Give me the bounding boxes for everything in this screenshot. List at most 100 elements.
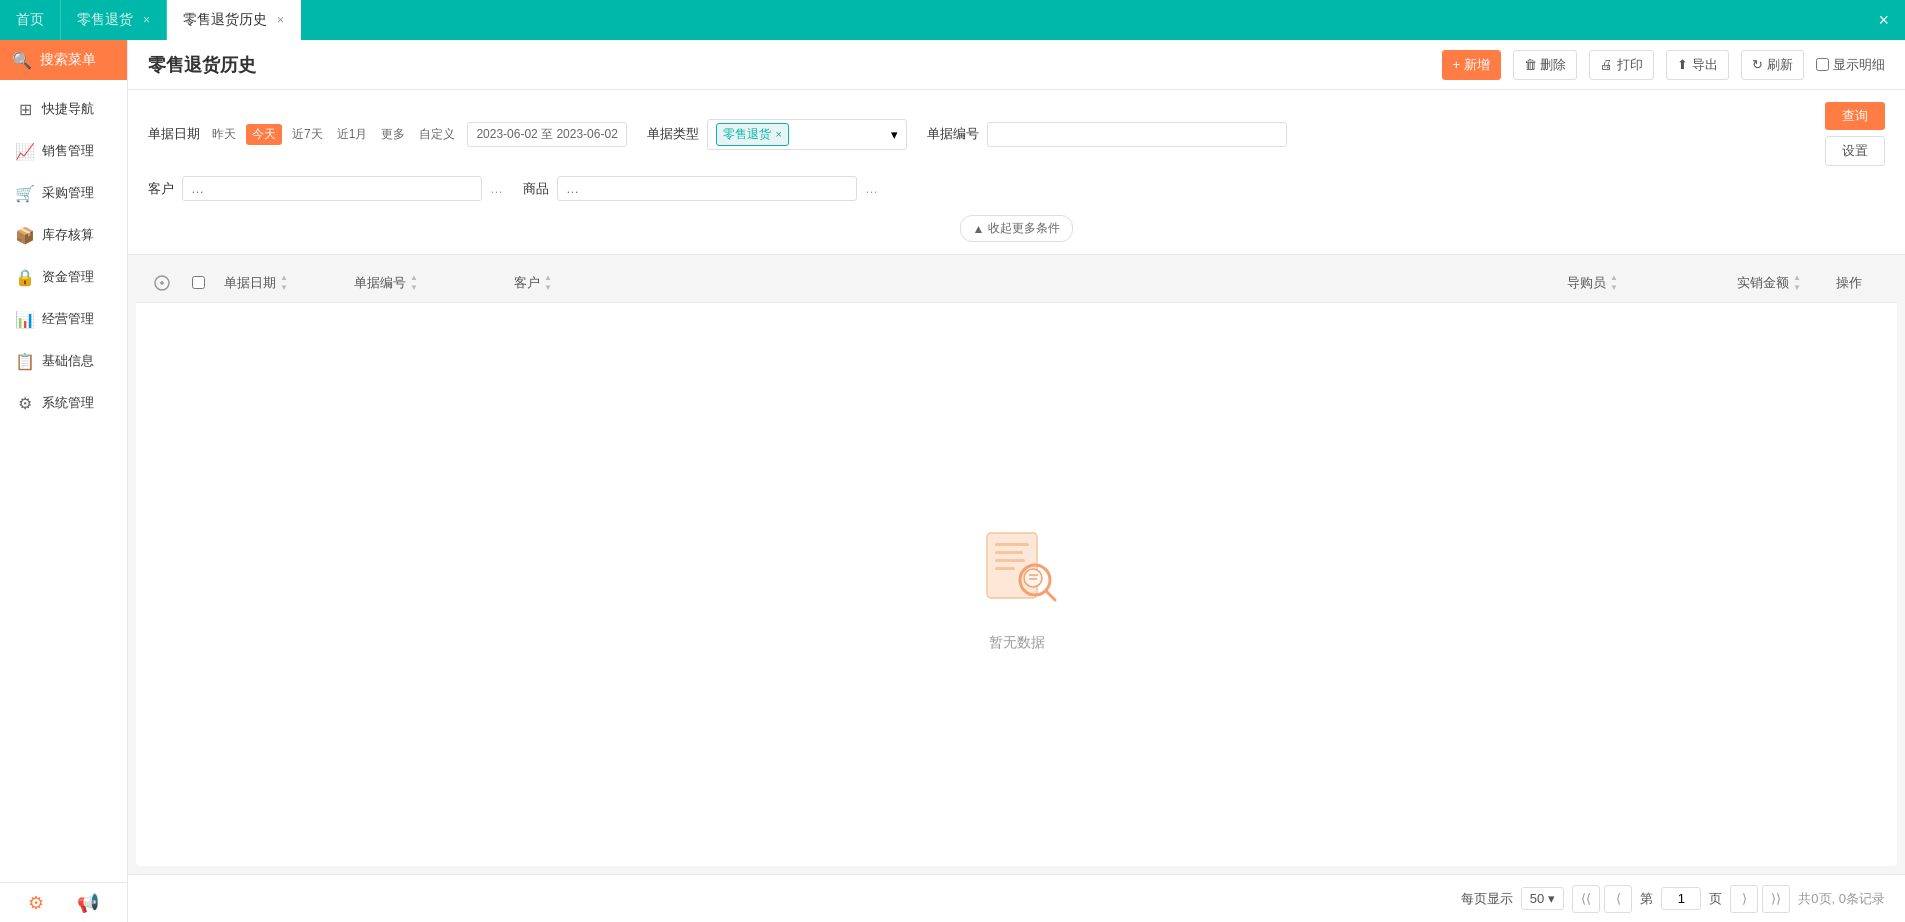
date-range-input[interactable]: 2023-06-02 至 2023-06-02	[467, 122, 627, 147]
query-button[interactable]: 查询	[1825, 102, 1885, 130]
sidebar-item-label-inventory: 库存核算	[42, 226, 94, 244]
sidebar-item-system-mgmt[interactable]: ⚙系统管理	[0, 382, 127, 424]
date-option-yesterday[interactable]: 昨天	[208, 124, 240, 145]
date-options: 昨天 今天 近7天 近1月 更多 自定义	[208, 124, 459, 145]
th-customer[interactable]: 客户 ▲▼	[506, 273, 1559, 292]
goods-label: 商品	[523, 180, 549, 198]
refresh-button[interactable]: ↻ 刷新	[1741, 50, 1804, 80]
sidebar-items: ⊞ 快捷导航 📈销售管理 🛒 采购管理 📦库存核算🔒资金管理📊经营管理📋基础信息⚙系统管理	[0, 80, 127, 882]
window-close-btn[interactable]: ×	[1862, 10, 1905, 31]
th-amount[interactable]: 实销金额 ▲▼	[1689, 273, 1809, 292]
goods-filter: 商品 …	[523, 176, 878, 201]
th-checkbox[interactable]	[180, 276, 216, 289]
th-number-label: 单据编号	[354, 274, 406, 292]
voucher-number-filter: 单据编号	[927, 122, 1287, 147]
tab-retail-return[interactable]: 零售退货×	[61, 0, 167, 40]
sidebar-item-sales-mgmt[interactable]: 📈销售管理	[0, 130, 127, 172]
sidebar-item-operation-mgmt[interactable]: 📊经营管理	[0, 298, 127, 340]
refresh-icon: ↻	[1752, 57, 1763, 72]
th-guide[interactable]: 导购员 ▲▼	[1559, 273, 1689, 292]
sidebar-search[interactable]: 🔍 搜索菜单	[0, 40, 127, 80]
print-button[interactable]: 🖨 打印	[1589, 50, 1654, 80]
delete-button[interactable]: 🗑 删除	[1513, 50, 1578, 80]
export-icon: ⬆	[1677, 57, 1688, 72]
toolbar: + 新增 🗑 删除 🖨 打印 ⬆ 导出 ↻ 刷新 显示明细	[1442, 50, 1885, 80]
content-area: 零售退货历史 + 新增 🗑 删除 🖨 打印 ⬆ 导出 ↻ 刷新 显示明细	[128, 40, 1905, 922]
filter-area: 单据日期 昨天 今天 近7天 近1月 更多 自定义 2023-06-02 至 2…	[128, 90, 1905, 255]
sales-mgmt-icon: 📈	[16, 142, 34, 160]
th-number-sort: ▲▼	[410, 273, 418, 292]
voucher-type-filter: 单据类型 零售退货 × ▾	[647, 119, 907, 150]
page-size-label: 每页显示	[1461, 890, 1513, 908]
date-option-1month[interactable]: 近1月	[333, 124, 372, 145]
th-guide-sort: ▲▼	[1610, 273, 1618, 292]
table-header: 单据日期 ▲▼ 单据编号 ▲▼ 客户 ▲▼ 导购员 ▲▼ 实销金额 ▲▼	[136, 263, 1897, 303]
sidebar-item-label-quick-nav: 快捷导航	[42, 100, 94, 118]
show-detail-checkbox[interactable]: 显示明细	[1816, 56, 1885, 74]
voucher-type-tag-text: 零售退货	[723, 126, 771, 143]
empty-icon	[967, 518, 1067, 618]
tab-bar: 首页零售退货×零售退货历史×	[0, 0, 1862, 40]
sidebar-item-label-purchase-mgmt: 采购管理	[42, 184, 94, 202]
main-layout: 🔍 搜索菜单 ⊞ 快捷导航 📈销售管理 🛒 采购管理 📦库存核算🔒资金管理📊经营管理📋基础…	[0, 40, 1905, 922]
page-size-dropdown-icon: ▾	[1548, 891, 1555, 906]
show-detail-input[interactable]	[1816, 58, 1829, 71]
quick-nav-icon: ⊞	[16, 100, 34, 118]
voucher-type-tag: 零售退货 ×	[716, 123, 788, 146]
sidebar-item-basic-info[interactable]: 📋基础信息	[0, 340, 127, 382]
svg-point-7	[1024, 569, 1042, 587]
date-option-custom[interactable]: 自定义	[415, 124, 459, 145]
export-button[interactable]: ⬆ 导出	[1666, 50, 1729, 80]
date-option-today[interactable]: 今天	[246, 124, 282, 145]
add-button[interactable]: + 新增	[1442, 50, 1501, 80]
voucher-type-select[interactable]: 零售退货 × ▾	[707, 119, 907, 150]
voucher-number-input[interactable]	[987, 122, 1287, 147]
collapse-icon: ▲	[973, 222, 985, 236]
settings-bottom-icon[interactable]: ⚙	[28, 892, 44, 914]
goods-picker-icon[interactable]: …	[865, 181, 878, 196]
tab-home[interactable]: 首页	[0, 0, 61, 40]
page-total: 共0页, 0条记录	[1798, 890, 1885, 908]
sidebar-item-quick-nav[interactable]: ⊞ 快捷导航	[0, 88, 127, 130]
page-title: 零售退货历史	[148, 53, 256, 77]
customer-picker-icon[interactable]: …	[490, 181, 503, 196]
date-option-more[interactable]: 更多	[377, 124, 409, 145]
page-next-btn[interactable]: ⟩	[1730, 885, 1758, 913]
filter-settings-button[interactable]: 设置	[1825, 136, 1885, 166]
export-label: 导出	[1692, 56, 1718, 74]
sidebar-item-inventory[interactable]: 📦库存核算	[0, 214, 127, 256]
customer-input[interactable]	[182, 176, 482, 201]
th-date[interactable]: 单据日期 ▲▼	[216, 273, 346, 292]
date-filter: 单据日期 昨天 今天 近7天 近1月 更多 自定义 2023-06-02 至 2…	[148, 122, 627, 147]
column-settings-icon	[154, 275, 170, 291]
th-number[interactable]: 单据编号 ▲▼	[346, 273, 506, 292]
page-first-btn[interactable]: ⟨⟨	[1572, 885, 1600, 913]
page-last-btn[interactable]: ⟩⟩	[1762, 885, 1790, 913]
voucher-type-tag-close[interactable]: ×	[775, 128, 781, 140]
date-option-7days[interactable]: 近7天	[288, 124, 327, 145]
empty-state: 暂无数据	[136, 303, 1897, 866]
filter-row-1: 单据日期 昨天 今天 近7天 近1月 更多 自定义 2023-06-02 至 2…	[148, 102, 1885, 166]
customer-filter: 客户 …	[148, 176, 503, 201]
sidebar: 🔍 搜索菜单 ⊞ 快捷导航 📈销售管理 🛒 采购管理 📦库存核算🔒资金管理📊经营管理📋基础…	[0, 40, 128, 922]
tab-close-retail-return[interactable]: ×	[143, 13, 150, 27]
purchase-mgmt-icon: 🛒	[16, 184, 34, 202]
system-mgmt-icon: ⚙	[16, 394, 34, 412]
sidebar-item-finance-mgmt[interactable]: 🔒资金管理	[0, 256, 127, 298]
voucher-type-label: 单据类型	[647, 125, 699, 143]
th-settings[interactable]	[144, 275, 180, 291]
page-prev-btn[interactable]: ⟨	[1604, 885, 1632, 913]
tab-retail-return-history[interactable]: 零售退货历史×	[167, 0, 301, 40]
speaker-bottom-icon[interactable]: 📢	[77, 892, 99, 914]
sidebar-item-purchase-mgmt[interactable]: 🛒 采购管理	[0, 172, 127, 214]
th-action: 操作	[1809, 274, 1889, 292]
tab-close-retail-return-history[interactable]: ×	[277, 13, 284, 27]
goods-input[interactable]	[557, 176, 857, 201]
show-detail-label: 显示明细	[1833, 56, 1885, 74]
sidebar-bottom: ⚙ 📢	[0, 882, 127, 922]
page-size-dropdown[interactable]: 50 ▾	[1521, 887, 1564, 910]
svg-line-8	[1046, 591, 1055, 600]
collapse-filter-button[interactable]: ▲ 收起更多条件	[960, 215, 1074, 242]
select-all-checkbox[interactable]	[192, 276, 205, 289]
page-number-input[interactable]: 1	[1661, 887, 1701, 910]
